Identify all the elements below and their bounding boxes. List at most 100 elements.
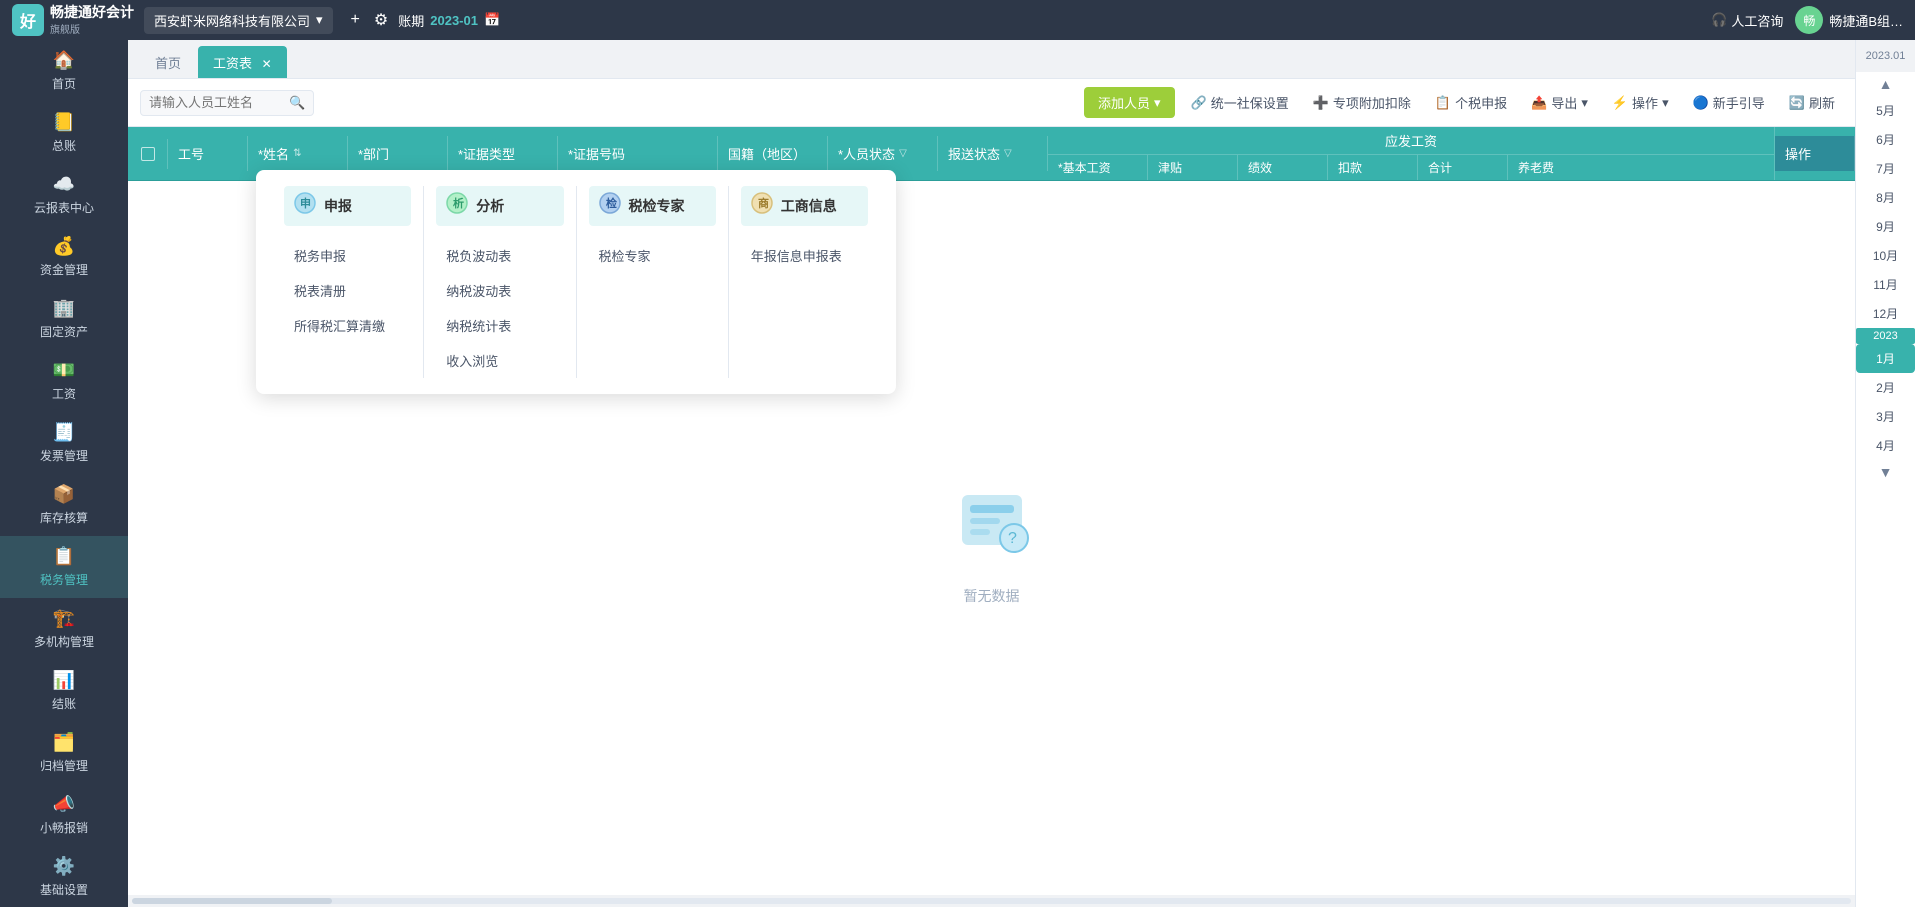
header-performance: 绩效 [1238,155,1328,180]
business-info-title: 工商信息 [781,196,837,216]
tax-form-item[interactable]: 税表清册 [284,273,411,308]
calendar-down-nav[interactable]: ▼ [1874,460,1898,484]
cal-month-10[interactable]: 10月 [1856,241,1915,270]
sidebar-label-ledger: 总账 [52,137,76,154]
tab-salary-table[interactable]: 工资表 ✕ [198,46,287,78]
user-area[interactable]: 畅 畅捷通B组… [1795,6,1903,34]
svg-text:析: 析 [453,196,464,210]
report-status-filter-icon[interactable]: ▽ [1004,148,1012,159]
dropdown-menu: 申 申报 税务申报 税表清册 所得税汇算清缴 析 分析 [256,170,896,394]
dropdown-col-business-info: 商 工商信息 年报信息申报表 [729,186,880,378]
operations-icon: ⚡ [1612,95,1628,111]
tax-expert-item[interactable]: 税检专家 [589,238,716,273]
sidebar-item-fund[interactable]: 💰 资金管理 [0,226,128,288]
tab-close-icon[interactable]: ✕ [262,57,272,71]
calendar-icon[interactable]: 📅 [484,12,500,28]
cal-month-7[interactable]: 7月 [1856,154,1915,183]
select-all-checkbox[interactable] [141,147,155,161]
special-deduction-btn[interactable]: ➕ 专项附加扣除 [1305,89,1419,116]
search-icon: 🔍 [289,95,305,111]
right-calendar: 2023.01 ▲ 5月 6月 7月 8月 9月 10月 11月 12月 202… [1855,40,1915,907]
tax-fluctuation-item[interactable]: 税负波动表 [436,238,563,273]
top-header: 好 畅捷通好会计 旗舰版 西安虾米网络科技有限公司 ▾ + ⚙ 账期 2023-… [0,0,1915,40]
export-label: 导出 [1551,93,1577,112]
scrollbar-track [132,898,1851,904]
declaration-title: 申报 [324,196,352,216]
cal-month-9[interactable]: 9月 [1856,212,1915,241]
archive-icon: 🗂️ [53,732,75,753]
sidebar-item-basic[interactable]: ⚙️ 基础设置 [0,846,128,907]
new-guide-btn[interactable]: 🔵 新手引导 [1685,89,1773,116]
header-allowance: 津贴 [1148,155,1238,180]
refresh-label: 刷新 [1809,93,1835,112]
cal-month-11[interactable]: 11月 [1856,270,1915,299]
add-person-label: 添加人员 [1098,93,1150,112]
sidebar-item-cloud-report[interactable]: ☁️ 云报表中心 [0,164,128,226]
person-status-filter-icon[interactable]: ▽ [899,148,907,159]
search-input[interactable] [149,95,289,110]
operations-btn[interactable]: ⚡ 操作 ▾ [1604,89,1677,116]
ops-label: 操作 [1785,144,1811,163]
tab-salary-label: 工资表 [213,56,252,71]
settings-btn[interactable]: ⚙ [374,10,388,30]
logo-area: 好 畅捷通好会计 旗舰版 [12,4,134,36]
invoice-icon: 🧾 [53,422,75,443]
add-person-button[interactable]: 添加人员 ▾ [1084,87,1175,118]
company-select[interactable]: 西安虾米网络科技有限公司 ▾ [144,7,333,34]
cal-month-5[interactable]: 5月 [1856,96,1915,125]
scrollbar-thumb[interactable] [132,898,332,904]
sidebar-item-inventory[interactable]: 📦 库存核算 [0,474,128,536]
sidebar-item-general-ledger[interactable]: 📒 总账 [0,102,128,164]
header-total: 合计 [1418,155,1508,180]
sidebar-item-invoice[interactable]: 🧾 发票管理 [0,412,128,474]
sidebar-item-fixed-assets[interactable]: 🏢 固定资产 [0,288,128,350]
social-insurance-btn[interactable]: 🔗 统一社保设置 [1183,89,1297,116]
sidebar-item-salary[interactable]: 💵 工资 [0,350,128,412]
sidebar-label-xiaochang: 小畅报销 [40,819,88,836]
cal-month-2[interactable]: 2月 [1856,373,1915,402]
sidebar-item-xiaochang[interactable]: 📣 小畅报销 [0,784,128,846]
cal-month-8[interactable]: 8月 [1856,183,1915,212]
tax-statistics-item[interactable]: 纳税统计表 [436,308,563,343]
tax-icon: 📋 [53,546,75,567]
sidebar-item-home[interactable]: 🏠 首页 [0,40,128,102]
cal-month-4[interactable]: 4月 [1856,431,1915,460]
sidebar-item-archive[interactable]: 🗂️ 归档管理 [0,722,128,784]
income-browse-item[interactable]: 收入浏览 [436,343,563,378]
cal-month-1[interactable]: 1月 [1856,344,1915,373]
export-btn[interactable]: 📤 导出 ▾ [1523,89,1596,116]
add-company-btn[interactable]: + [351,11,360,29]
sidebar-item-multi-org[interactable]: 🏗️ 多机构管理 [0,598,128,660]
header-id: 工号 [168,136,248,171]
logo-text-area: 畅捷通好会计 旗舰版 [50,4,134,36]
main-layout: 🏠 首页 📒 总账 ☁️ 云报表中心 💰 资金管理 🏢 固定资产 💵 工资 🧾 … [0,40,1915,907]
sidebar-item-settle[interactable]: 📊 结账 [0,660,128,722]
calendar-up-nav[interactable]: ▲ [1874,72,1898,96]
logo-subtitle: 旗舰版 [50,21,134,36]
header-left: 好 畅捷通好会计 旗舰版 西安虾米网络科技有限公司 ▾ + ⚙ 账期 2023-… [12,4,500,36]
annual-report-item[interactable]: 年报信息申报表 [741,238,868,273]
xiaochang-icon: 📣 [53,794,75,815]
help-button[interactable]: 🎧 人工咨询 [1711,11,1783,30]
name-sort-icon[interactable]: ⇅ [293,148,301,159]
tab-home[interactable]: 首页 [140,46,196,78]
sidebar-label-basic: 基础设置 [40,881,88,898]
tab-home-label: 首页 [155,56,181,71]
cal-month-12[interactable]: 12月 [1856,299,1915,328]
sidebar-label-assets: 固定资产 [40,323,88,340]
cal-month-6[interactable]: 6月 [1856,125,1915,154]
company-dropdown-icon: ▾ [316,12,323,28]
sidebar-label-salary: 工资 [52,385,76,402]
tax-declaration-btn[interactable]: 📋 个税申报 [1427,89,1515,116]
income-tax-summary-item[interactable]: 所得税汇算清缴 [284,308,411,343]
payment-fluctuation-item[interactable]: 纳税波动表 [436,273,563,308]
inventory-icon: 📦 [53,484,75,505]
special-deduction-label: 专项附加扣除 [1333,93,1411,112]
fund-icon: 💰 [53,236,75,257]
tax-declaration-item[interactable]: 税务申报 [284,238,411,273]
refresh-btn[interactable]: 🔄 刷新 [1781,89,1843,116]
header-base-salary: *基本工资 [1048,155,1148,180]
cal-month-3[interactable]: 3月 [1856,402,1915,431]
empty-text: 暂无数据 [964,586,1020,606]
sidebar-item-tax[interactable]: 📋 税务管理 [0,536,128,598]
